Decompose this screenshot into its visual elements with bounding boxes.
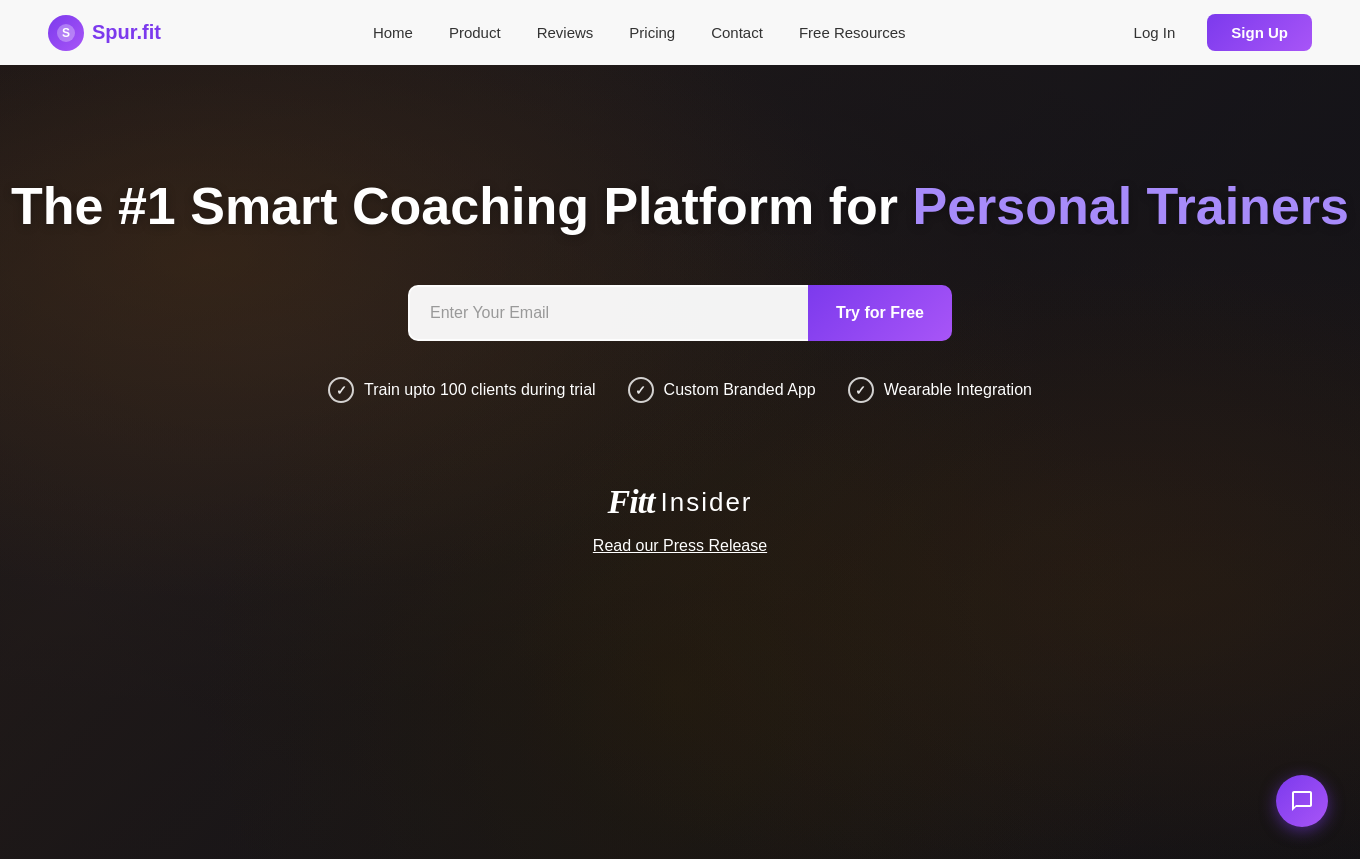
nav-item-pricing[interactable]: Pricing (629, 24, 675, 42)
try-free-button[interactable]: Try for Free (808, 285, 952, 341)
feature-badge-branded: Custom Branded App (628, 377, 816, 403)
chat-button[interactable] (1276, 775, 1328, 827)
check-icon-trial (328, 377, 354, 403)
press-section: Fitt Insider Read our Press Release (593, 483, 767, 555)
nav-item-contact[interactable]: Contact (711, 24, 763, 42)
check-icon-wearable (848, 377, 874, 403)
navbar: S Spur.fit Home Product Reviews Pricing … (0, 0, 1360, 65)
nav-links: Home Product Reviews Pricing Contact Fre… (373, 24, 906, 42)
login-button[interactable]: Log In (1118, 16, 1192, 49)
feature-badge-wearable: Wearable Integration (848, 377, 1032, 403)
signup-button[interactable]: Sign Up (1207, 14, 1312, 51)
chat-icon (1290, 789, 1314, 813)
logo-icon: S (48, 15, 84, 51)
check-icon-branded (628, 377, 654, 403)
nav-item-product[interactable]: Product (449, 24, 501, 42)
insider-text: Insider (660, 487, 752, 518)
email-input[interactable] (408, 285, 808, 341)
email-form: Try for Free (408, 285, 952, 341)
fitt-insider-logo: Fitt Insider (607, 483, 752, 521)
nav-item-reviews[interactable]: Reviews (537, 24, 594, 42)
logo[interactable]: S Spur.fit (48, 15, 161, 51)
nav-item-home[interactable]: Home (373, 24, 413, 42)
logo-text: Spur.fit (92, 21, 161, 44)
hero-section: The #1 Smart Coaching Platform for Perso… (0, 65, 1360, 859)
nav-actions: Log In Sign Up (1118, 14, 1312, 51)
nav-item-free-resources[interactable]: Free Resources (799, 24, 906, 42)
fitt-text: Fitt (607, 483, 654, 521)
feature-badge-trial: Train upto 100 clients during trial (328, 377, 596, 403)
svg-text:S: S (62, 26, 70, 40)
press-release-link[interactable]: Read our Press Release (593, 537, 767, 555)
hero-title: The #1 Smart Coaching Platform for Perso… (11, 175, 1349, 237)
feature-badges: Train upto 100 clients during trial Cust… (328, 377, 1032, 403)
